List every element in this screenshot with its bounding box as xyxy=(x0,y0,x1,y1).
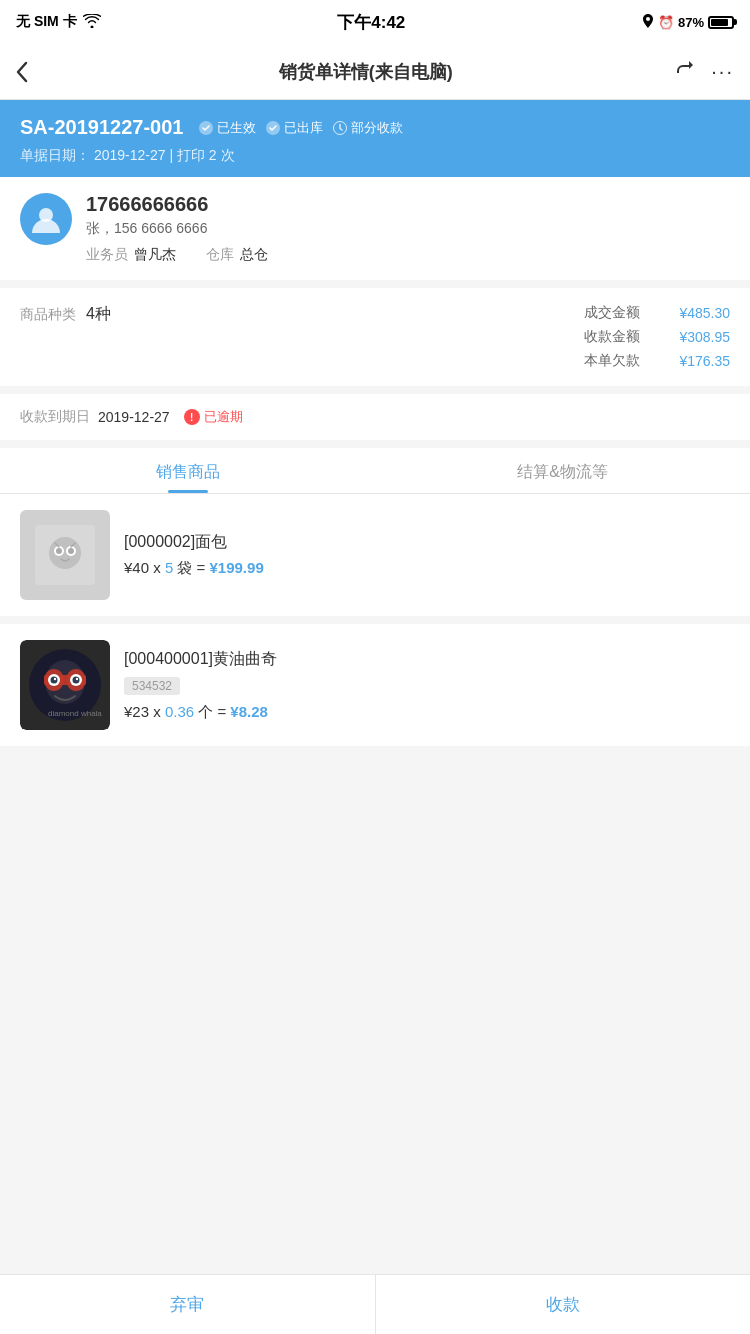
status-right: ⏰ 87% xyxy=(642,14,734,31)
battery-icon xyxy=(708,16,734,29)
product-total-1: ¥199.99 xyxy=(210,559,264,576)
warehouse-item: 仓库 总仓 xyxy=(206,246,268,264)
customer-info: 17666666666 张，156 6666 6666 业务员 曾凡杰 仓库 总… xyxy=(86,193,730,264)
product-name-1: [0000002]面包 xyxy=(124,532,730,553)
product-price-2: ¥23 x 0.36 个 = ¥8.28 xyxy=(124,703,730,722)
order-id: SA-20191227-001 xyxy=(20,116,183,139)
svg-point-18 xyxy=(51,677,58,684)
banner-meta: 单据日期： 2019-12-27 | 打印 2 次 xyxy=(20,147,730,165)
warehouse-value: 总仓 xyxy=(240,246,268,264)
avatar xyxy=(20,193,72,245)
debt-value: ¥176.35 xyxy=(650,353,730,369)
badge-shipped: 已出库 xyxy=(266,119,323,137)
badge-effective: 已生效 xyxy=(199,119,256,137)
salesman-item: 业务员 曾凡杰 xyxy=(86,246,176,264)
products-list: [0000002]面包 ¥40 x 5 袋 = ¥199.99 xyxy=(0,494,750,834)
svg-point-21 xyxy=(76,678,78,680)
overdue-label: 收款到期日 xyxy=(20,408,90,426)
overdue-date: 2019-12-27 xyxy=(98,409,170,425)
carrier-label: 无 SIM 卡 xyxy=(16,13,77,31)
types-value: 4种 xyxy=(86,305,111,322)
share-icon[interactable] xyxy=(675,59,695,84)
status-left: 无 SIM 卡 xyxy=(16,13,101,31)
overdue-badge: ! 已逾期 xyxy=(184,408,243,426)
customer-phone: 张，156 6666 6666 xyxy=(86,220,730,238)
product-name-2: [000400001]黄油曲奇 xyxy=(124,649,730,670)
svg-point-9 xyxy=(68,548,74,554)
tab-sales-products[interactable]: 销售商品 xyxy=(0,448,375,493)
received-label: 收款金额 xyxy=(584,328,640,346)
bottom-bar: 弃审 收款 xyxy=(0,1274,750,1334)
confirm-button[interactable]: 收款 xyxy=(376,1275,751,1334)
customer-name: 17666666666 xyxy=(86,193,730,216)
product-price-1: ¥40 x 5 袋 = ¥199.99 xyxy=(124,559,730,578)
product-thumb-placeholder-1 xyxy=(20,510,110,600)
battery-percent: 87% xyxy=(678,15,704,30)
salesman-value: 曾凡杰 xyxy=(134,246,176,264)
status-bar: 无 SIM 卡 下午4:42 ⏰ 87% xyxy=(0,0,750,44)
customer-meta: 业务员 曾凡杰 仓库 总仓 xyxy=(86,246,730,264)
overdue-section: 收款到期日 2019-12-27 ! 已逾期 xyxy=(0,394,750,448)
product-item-2: diamond whala [000400001]黄油曲奇 534532 ¥23… xyxy=(0,624,750,746)
product-qty-2: 0.36 xyxy=(165,703,194,720)
status-time: 下午4:42 xyxy=(337,11,405,34)
customer-section: 17666666666 张，156 6666 6666 业务员 曾凡杰 仓库 总… xyxy=(0,177,750,288)
debt-row: 本单欠款 ¥176.35 xyxy=(584,352,730,370)
header-banner: SA-20191227-001 已生效 已出库 xyxy=(0,100,750,177)
more-icon[interactable]: ··· xyxy=(711,60,734,83)
received-value: ¥308.95 xyxy=(650,329,730,345)
wifi-icon xyxy=(83,14,101,31)
bottom-spacer xyxy=(0,754,750,834)
product-item: [0000002]面包 ¥40 x 5 袋 = ¥199.99 xyxy=(0,494,750,616)
alarm-icon: ⏰ xyxy=(658,15,674,30)
summary-left: 商品种类 4种 xyxy=(20,304,111,325)
types-label: 商品种类 xyxy=(20,306,76,322)
cancel-button[interactable]: 弃审 xyxy=(0,1275,376,1334)
product-info-2: [000400001]黄油曲奇 534532 ¥23 x 0.36 个 = ¥8… xyxy=(124,649,730,722)
banner-badges: 已生效 已出库 部分收款 xyxy=(199,119,403,137)
product-thumbnail-2: diamond whala xyxy=(20,640,110,730)
summary-right: 成交金额 ¥485.30 收款金额 ¥308.95 本单欠款 ¥176.35 xyxy=(584,304,730,370)
overdue-status: 已逾期 xyxy=(204,408,243,426)
amount-row: 成交金额 ¥485.30 xyxy=(584,304,730,322)
svg-point-5 xyxy=(49,537,81,569)
product-info-1: [0000002]面包 ¥40 x 5 袋 = ¥199.99 xyxy=(124,532,730,578)
nav-bar: 销货单详情(来自电脑) ··· xyxy=(0,44,750,100)
product-sku-2: 534532 xyxy=(124,677,180,695)
summary-section: 商品种类 4种 成交金额 ¥485.30 收款金额 ¥308.95 本单欠款 ¥… xyxy=(0,288,750,394)
nav-actions: ··· xyxy=(675,59,734,84)
svg-point-8 xyxy=(56,548,62,554)
amount-label: 成交金额 xyxy=(584,304,640,322)
debt-label: 本单欠款 xyxy=(584,352,640,370)
svg-text:diamond whala: diamond whala xyxy=(48,709,102,718)
warehouse-label: 仓库 xyxy=(206,246,234,264)
received-row: 收款金额 ¥308.95 xyxy=(584,328,730,346)
location-icon xyxy=(642,14,654,31)
product-qty-1: 5 xyxy=(165,559,173,576)
amount-value: ¥485.30 xyxy=(650,305,730,321)
back-button[interactable] xyxy=(16,61,56,83)
product-total-2: ¥8.28 xyxy=(230,703,268,720)
badge-partial-payment: 部分收款 xyxy=(333,119,403,137)
svg-point-19 xyxy=(73,677,80,684)
overdue-dot-icon: ! xyxy=(184,409,200,425)
svg-point-20 xyxy=(54,678,56,680)
tab-settlement[interactable]: 结算&物流等 xyxy=(375,448,750,493)
product-thumbnail-1 xyxy=(20,510,110,600)
tabs-container: 销售商品 结算&物流等 xyxy=(0,448,750,494)
page-title: 销货单详情(来自电脑) xyxy=(279,60,453,84)
salesman-label: 业务员 xyxy=(86,246,128,264)
